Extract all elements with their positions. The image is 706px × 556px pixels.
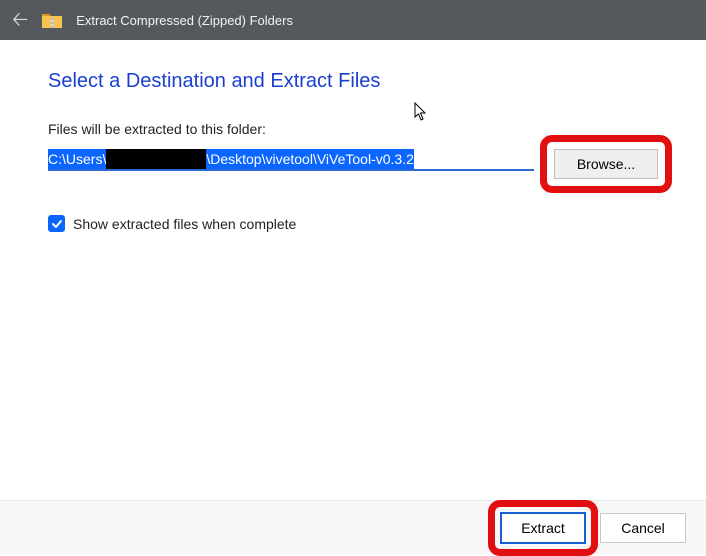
redacted-username	[106, 149, 206, 169]
dialog-footer: Extract Cancel	[0, 500, 706, 554]
show-files-checkbox-row[interactable]: Show extracted files when complete	[48, 215, 658, 232]
destination-path-input[interactable]: C:\Users\ \Desktop\vivetool\ViVeTool-v0.3…	[48, 149, 534, 171]
browse-button-wrap: Browse...	[554, 149, 658, 179]
checkbox-checked-icon[interactable]	[48, 215, 65, 232]
extract-button-wrap: Extract	[500, 512, 586, 544]
path-prefix: C:\Users\	[48, 149, 106, 169]
window-title: Extract Compressed (Zipped) Folders	[76, 13, 293, 28]
cancel-button[interactable]: Cancel	[600, 513, 686, 543]
titlebar: 🡠 Extract Compressed (Zipped) Folders	[0, 0, 706, 40]
destination-row: C:\Users\ \Desktop\vivetool\ViVeTool-v0.3…	[48, 149, 658, 179]
path-suffix: \Desktop\vivetool\ViVeTool-v0.3.2	[206, 149, 414, 169]
dialog-content: Select a Destination and Extract Files F…	[0, 40, 706, 232]
checkbox-label: Show extracted files when complete	[73, 216, 296, 232]
browse-button[interactable]: Browse...	[554, 149, 658, 179]
extract-button[interactable]: Extract	[500, 512, 586, 544]
zipped-folder-icon	[42, 12, 62, 28]
page-heading: Select a Destination and Extract Files	[48, 70, 658, 93]
destination-label: Files will be extracted to this folder:	[48, 121, 658, 137]
back-arrow-icon[interactable]: 🡠	[12, 10, 28, 30]
